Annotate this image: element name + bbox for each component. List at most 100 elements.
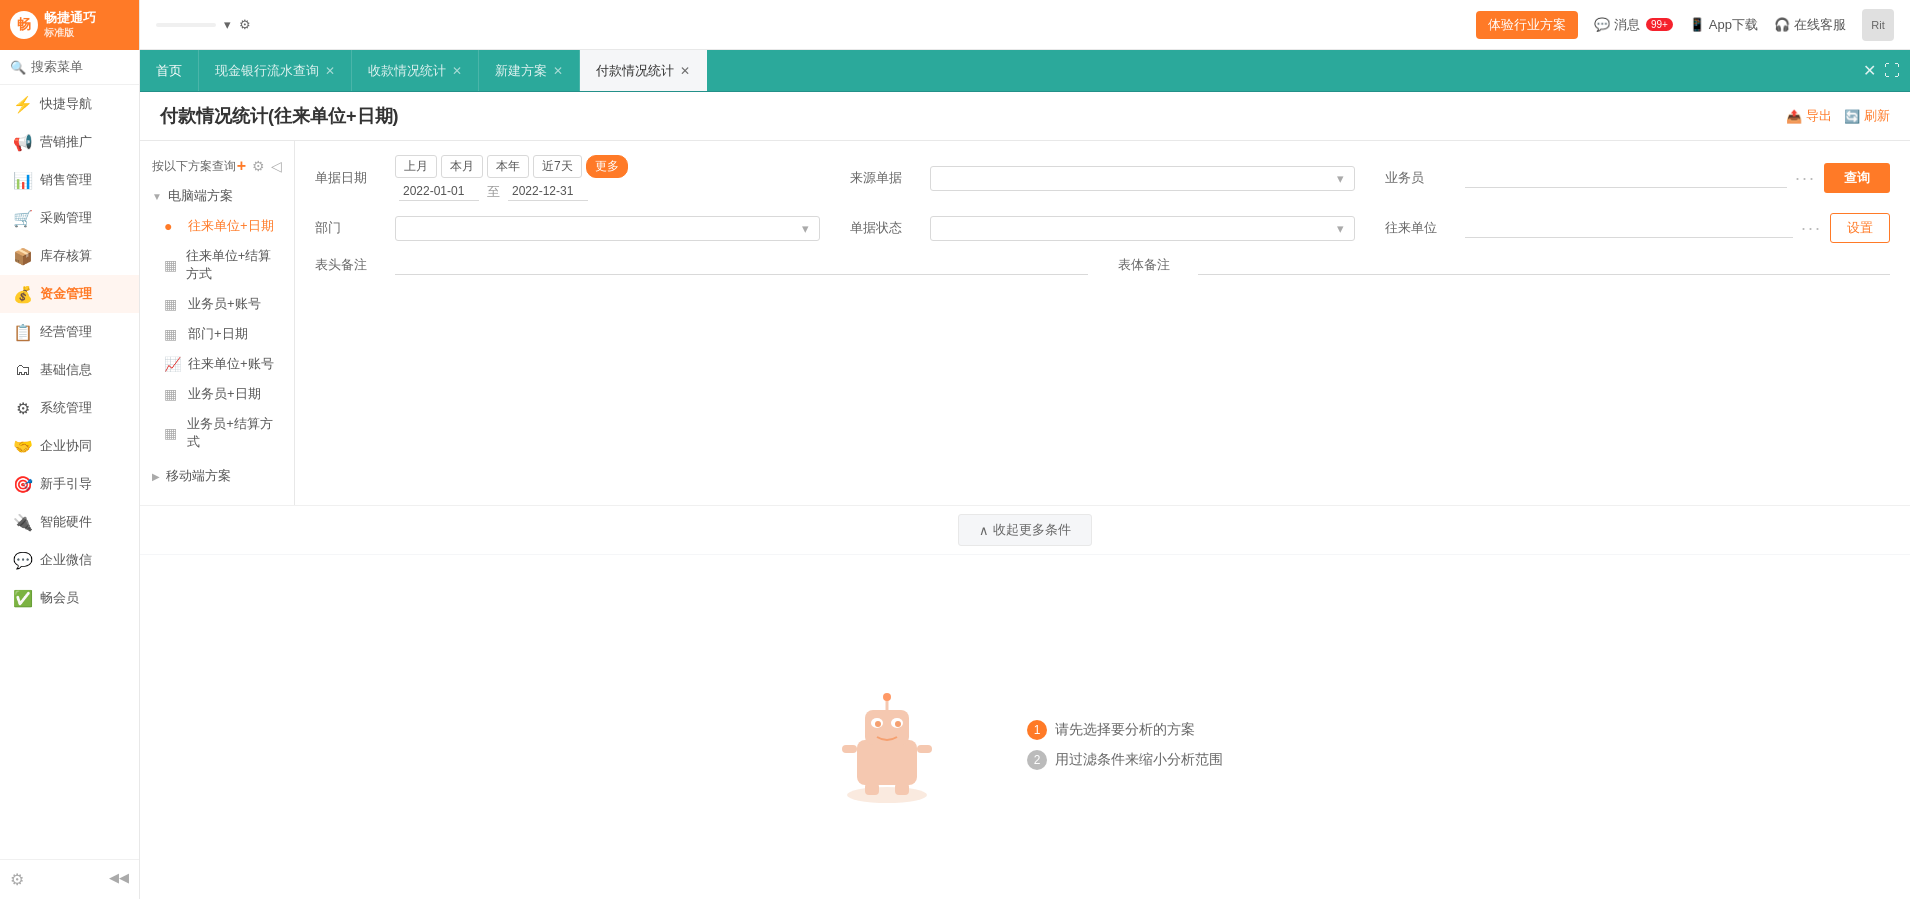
tab-home[interactable]: 首页: [140, 50, 199, 91]
query-btn[interactable]: 查询: [1824, 163, 1890, 193]
empty-hint-1: 1 请先选择要分析的方案: [1027, 720, 1195, 740]
salesperson-more-btn[interactable]: ···: [1795, 168, 1816, 189]
refresh-btn[interactable]: 🔄 刷新: [1844, 107, 1890, 125]
trial-btn[interactable]: 体验行业方案: [1476, 11, 1578, 39]
scheme-icon-3: ▦: [164, 326, 180, 342]
sidebar-item-purchase[interactable]: 🛒 采购管理: [0, 199, 139, 237]
sidebar-item-hardware[interactable]: 🔌 智能硬件: [0, 503, 139, 541]
tab-fullscreen-icon[interactable]: ⛶: [1884, 62, 1900, 80]
search-icon: 🔍: [10, 60, 26, 75]
svg-rect-10: [917, 745, 932, 753]
sidebar-item-funds[interactable]: 💰 资金管理: [0, 275, 139, 313]
settings-btn[interactable]: 设置: [1830, 213, 1890, 243]
member-icon: ✅: [14, 589, 32, 607]
sidebar-item-operations[interactable]: 📋 经营管理: [0, 313, 139, 351]
counterpart-label: 往来单位: [1385, 219, 1455, 237]
date-start-input[interactable]: [399, 182, 479, 201]
topbar-right: 体验行业方案 💬 消息 99+ 📱 App下载 🎧 在线客服 Rit: [1476, 9, 1894, 41]
panel-header: 按以下方案查询 + ⚙ ◁: [140, 151, 294, 181]
date-separator: 至: [487, 183, 500, 201]
source-doc-select[interactable]: ▾: [930, 166, 1355, 191]
department-select[interactable]: ▾: [395, 216, 820, 241]
panel-item-salesperson-account[interactable]: ▦ 业务员+账号: [140, 289, 294, 319]
purchase-icon: 🛒: [14, 209, 32, 227]
svg-rect-12: [895, 783, 909, 795]
date-shortcuts-group: 上月 本月 本年 近7天 更多 至: [395, 155, 820, 201]
panel-settings-icon[interactable]: ⚙: [252, 158, 265, 174]
collapse-btn[interactable]: ∧ 收起更多条件: [958, 514, 1092, 546]
panel-section-desktop-header[interactable]: ▼ 电脑端方案: [140, 181, 294, 211]
department-label: 部门: [315, 219, 385, 237]
topbar-left: ▾ ⚙: [156, 17, 251, 32]
tab-close-all-icon[interactable]: ✕: [1863, 61, 1876, 80]
panel-section-mobile-header[interactable]: ▶ 移动端方案: [140, 461, 294, 491]
user-avatar[interactable]: Rit: [1862, 9, 1894, 41]
hint-num-2: 2: [1027, 750, 1047, 770]
filter-wrapper: 按以下方案查询 + ⚙ ◁ ▼ 电脑端方案 ●: [140, 141, 1910, 505]
tab-receipt-stat[interactable]: 收款情况统计 ✕: [352, 50, 479, 91]
svg-rect-11: [865, 783, 879, 795]
panel-item-counterpart-date[interactable]: ● 往来单位+日期: [140, 211, 294, 241]
filter-row-1: 单据日期 上月 本月 本年 近7天 更多 至: [315, 155, 1890, 201]
date-end-input[interactable]: [508, 182, 588, 201]
page-title: 付款情况统计(往来单位+日期): [160, 104, 399, 128]
enterprise-icon: 🤝: [14, 437, 32, 455]
date-field-label: 单据日期: [315, 169, 385, 187]
shortcut-more[interactable]: 更多: [586, 155, 628, 178]
panel-item-counterpart-account[interactable]: 📈 往来单位+账号: [140, 349, 294, 379]
sidebar-item-guide[interactable]: 🎯 新手引导: [0, 465, 139, 503]
scheme-icon-2: ▦: [164, 296, 180, 312]
sidebar-header: 畅 畅捷通巧 标准版: [0, 0, 139, 50]
panel-item-dept-date[interactable]: ▦ 部门+日期: [140, 319, 294, 349]
panel-item-counterpart-settle[interactable]: ▦ 往来单位+结算方式: [140, 241, 294, 289]
tab-close-payment-stat[interactable]: ✕: [680, 64, 690, 78]
table-header-note-input[interactable]: [395, 255, 1088, 275]
shortcut-7days[interactable]: 近7天: [533, 155, 582, 178]
tab-payment-stat[interactable]: 付款情况统计 ✕: [580, 50, 707, 91]
notification-action[interactable]: 💬 消息 99+: [1594, 16, 1673, 34]
sidebar-item-marketing[interactable]: 📢 营销推广: [0, 123, 139, 161]
topbar-settings-icon[interactable]: ⚙: [239, 17, 251, 32]
sidebar-item-basic[interactable]: 🗂 基础信息: [0, 351, 139, 389]
company-name: [156, 23, 216, 27]
filter-collapse-area: ∧ 收起更多条件: [140, 505, 1910, 554]
salesperson-label: 业务员: [1385, 169, 1455, 187]
tab-close-bank-flow[interactable]: ✕: [325, 64, 335, 78]
shortcut-this-year[interactable]: 本年: [487, 155, 529, 178]
panel-collapse-icon[interactable]: ◁: [271, 158, 282, 174]
shortcut-last-month[interactable]: 上月: [395, 155, 437, 178]
sidebar-item-quick-nav[interactable]: ⚡ 快捷导航: [0, 85, 139, 123]
counterpart-input[interactable]: [1465, 218, 1793, 238]
scheme-icon-1: ▦: [164, 257, 178, 273]
app-download-action[interactable]: 📱 App下载: [1689, 16, 1758, 34]
dropdown-icon[interactable]: ▾: [224, 17, 231, 32]
tab-new-scheme[interactable]: 新建方案 ✕: [479, 50, 580, 91]
sidebar-collapse-icon[interactable]: ◀◀: [109, 870, 129, 889]
panel-item-salesperson-settle[interactable]: ▦ 业务员+结算方式: [140, 409, 294, 457]
tab-close-new-scheme[interactable]: ✕: [553, 64, 563, 78]
panel-item-salesperson-date[interactable]: ▦ 业务员+日期: [140, 379, 294, 409]
tab-bank-flow[interactable]: 现金银行流水查询 ✕: [199, 50, 352, 91]
sidebar-item-sales[interactable]: 📊 销售管理: [0, 161, 139, 199]
sidebar-item-enterprise[interactable]: 🤝 企业协同: [0, 427, 139, 465]
sidebar-item-system[interactable]: ⚙ 系统管理: [0, 389, 139, 427]
tab-close-receipt-stat[interactable]: ✕: [452, 64, 462, 78]
sidebar-item-inventory[interactable]: 📦 库存核算: [0, 237, 139, 275]
left-panel: 按以下方案查询 + ⚙ ◁ ▼ 电脑端方案 ●: [140, 141, 295, 505]
sidebar-search[interactable]: 🔍 搜索菜单: [0, 50, 139, 85]
sidebar-item-member[interactable]: ✅ 畅会员: [0, 579, 139, 617]
sidebar-settings-icon[interactable]: ⚙: [10, 870, 24, 889]
panel-add-icon[interactable]: +: [237, 157, 246, 175]
shortcut-this-month[interactable]: 本月: [441, 155, 483, 178]
empty-illustration: [827, 685, 947, 805]
salesperson-wrapper: ··· 查询: [1465, 163, 1890, 193]
online-service-action[interactable]: 🎧 在线客服: [1774, 16, 1846, 34]
counterpart-more-btn[interactable]: ···: [1801, 218, 1822, 239]
salesperson-input[interactable]: [1465, 168, 1787, 188]
sidebar-item-wechat[interactable]: 💬 企业微信: [0, 541, 139, 579]
empty-content: 1 请先选择要分析的方案 2 用过滤条件来缩小分析范围: [827, 685, 1223, 805]
table-body-note-input[interactable]: [1198, 255, 1891, 275]
doc-status-select[interactable]: ▾: [930, 216, 1355, 241]
export-btn[interactable]: 📤 导出: [1786, 107, 1832, 125]
table-header-note-label: 表头备注: [315, 256, 385, 274]
